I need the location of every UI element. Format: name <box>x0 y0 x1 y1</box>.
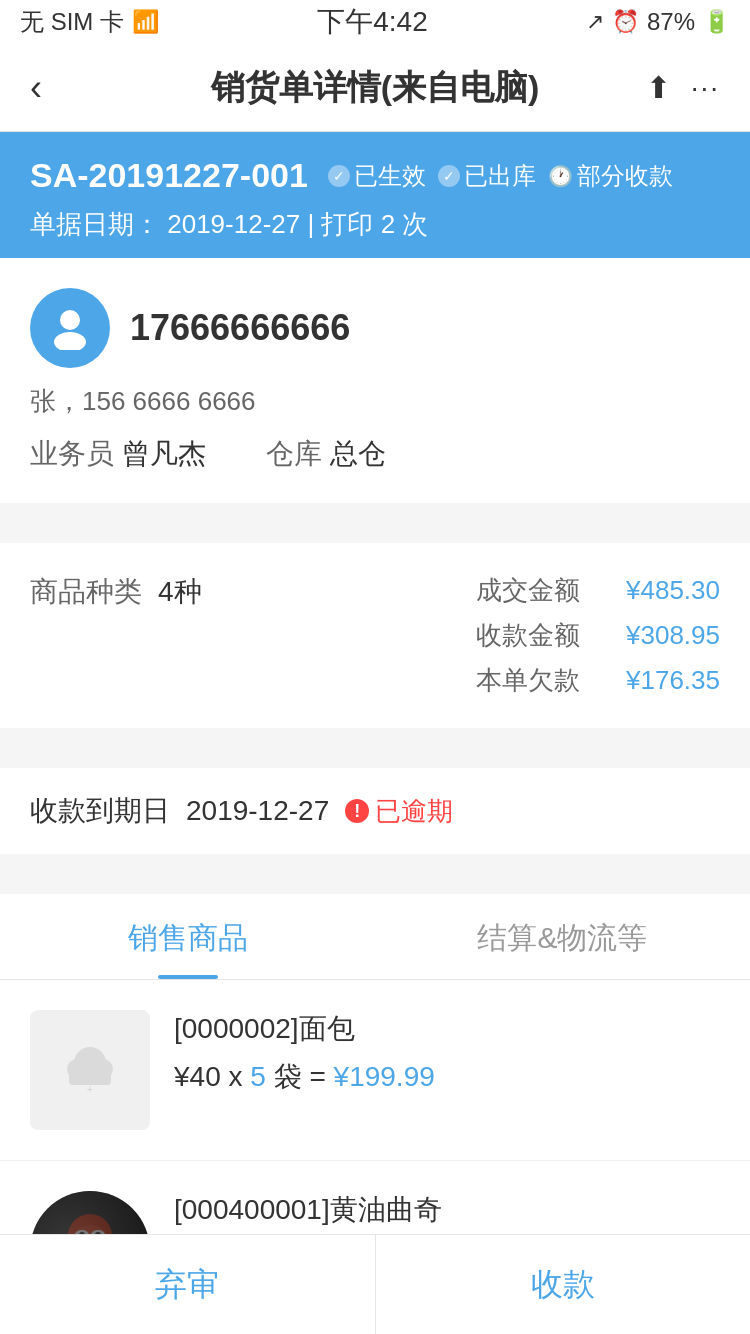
print-count: 2 <box>381 209 395 239</box>
status-partial-label: 部分收款 <box>577 160 673 192</box>
overdue-label: 已逾期 <box>375 794 453 829</box>
tab-products[interactable]: 销售商品 <box>0 894 375 979</box>
alarm-icon: ⏰ <box>612 9 639 35</box>
wifi-icon: 📶 <box>132 9 159 35</box>
product-unit-1: 袋 <box>274 1061 302 1092</box>
order-id: SA-20191227-001 <box>30 156 308 195</box>
customer-avatar <box>30 288 110 368</box>
order-date: 2019-12-27 <box>167 209 300 239</box>
status-tags: ✓ 已生效 ✓ 已出库 🕐 部分收款 <box>328 160 673 192</box>
product-name-2: [000400001]黄油曲奇 <box>174 1191 720 1229</box>
location-icon: ↗ <box>586 9 604 35</box>
svg-point-1 <box>54 332 86 350</box>
due-label: 收款到期日 <box>30 792 170 830</box>
owed-amount-value: ¥176.35 <box>600 665 720 696</box>
order-header-row2: 单据日期： 2019-12-27 | 打印 2 次 <box>30 207 720 242</box>
tabs-container: 销售商品 结算&物流等 <box>0 894 750 980</box>
customer-sub-info: 张，156 6666 6666 <box>30 384 720 419</box>
status-shipped-label: 已出库 <box>464 160 536 192</box>
divider-1 <box>0 503 750 523</box>
share-icon[interactable]: ⬆ <box>646 70 671 105</box>
product-type-count: 4种 <box>158 573 202 611</box>
order-header-row1: SA-20191227-001 ✓ 已生效 ✓ 已出库 🕐 部分收款 <box>30 156 720 195</box>
more-icon[interactable]: ··· <box>691 72 720 104</box>
product-thumb-1: + <box>30 1010 150 1130</box>
status-bar: 无 SIM 卡 📶 下午4:42 ↗ ⏰ 87% 🔋 <box>0 0 750 44</box>
product-total-1: ¥199.99 <box>334 1061 435 1092</box>
stats-section: 商品种类 4种 成交金额 ¥485.30 收款金额 ¥308.95 本单欠款 ¥… <box>0 543 750 728</box>
svg-point-0 <box>60 310 80 330</box>
amount-stats: 成交金额 ¥485.30 收款金额 ¥308.95 本单欠款 ¥176.35 <box>476 573 720 698</box>
overdue-badge: ! 已逾期 <box>345 794 453 829</box>
product-equals-1: = <box>309 1061 333 1092</box>
person-icon <box>48 306 92 350</box>
product-operator-1: x <box>229 1061 251 1092</box>
product-price-1: ¥40 x 5 袋 = ¥199.99 <box>174 1058 720 1096</box>
customer-name: 17666666666 <box>130 307 350 349</box>
product-name-1: [0000002]面包 <box>174 1010 720 1048</box>
date-label: 单据日期： <box>30 209 160 239</box>
check-icon-2: ✓ <box>438 165 460 187</box>
sales-info: 业务员 曾凡杰 <box>30 435 206 473</box>
deal-amount-value: ¥485.30 <box>600 575 720 606</box>
warehouse-label: 仓库 <box>266 435 322 473</box>
due-date-section: 收款到期日 2019-12-27 ! 已逾期 <box>0 768 750 854</box>
status-right: ↗ ⏰ 87% 🔋 <box>586 8 730 36</box>
product-price-value-1: ¥40 <box>174 1061 221 1092</box>
customer-row: 17666666666 <box>30 288 720 368</box>
status-shipped: ✓ 已出库 <box>438 160 536 192</box>
page-title: 销货单详情(来自电脑) <box>211 65 540 111</box>
product-info-1: [0000002]面包 ¥40 x 5 袋 = ¥199.99 <box>174 1010 720 1130</box>
nav-actions: ⬆ ··· <box>646 70 720 105</box>
collected-amount-value: ¥308.95 <box>600 620 720 651</box>
collected-amount-row: 收款金额 ¥308.95 <box>476 618 720 653</box>
warehouse-info: 仓库 总仓 <box>266 435 386 473</box>
bottom-bar: 弃审 收款 <box>0 1234 750 1334</box>
nav-bar: ‹ 销货单详情(来自电脑) ⬆ ··· <box>0 44 750 132</box>
svg-text:+: + <box>87 1084 93 1095</box>
owed-amount-row: 本单欠款 ¥176.35 <box>476 663 720 698</box>
battery-text: 87% <box>647 8 695 36</box>
status-effective-label: 已生效 <box>354 160 426 192</box>
clock-icon: 🕐 <box>548 164 573 188</box>
back-button[interactable]: ‹ <box>30 67 42 109</box>
owed-amount-label: 本单欠款 <box>476 663 580 698</box>
warehouse-name: 总仓 <box>330 435 386 473</box>
print-suffix: 次 <box>402 209 428 239</box>
tab-settlement[interactable]: 结算&物流等 <box>375 894 750 979</box>
customer-section: 17666666666 张，156 6666 6666 业务员 曾凡杰 仓库 总… <box>0 258 750 503</box>
overdue-icon: ! <box>345 799 369 823</box>
check-icon-1: ✓ <box>328 165 350 187</box>
deal-amount-row: 成交金额 ¥485.30 <box>476 573 720 608</box>
bread-placeholder-icon: + <box>55 1035 125 1105</box>
status-partial: 🕐 部分收款 <box>548 160 673 192</box>
status-left: 无 SIM 卡 📶 <box>20 6 159 38</box>
divider-3 <box>0 854 750 874</box>
carrier-text: 无 SIM 卡 <box>20 6 124 38</box>
confirm-button[interactable]: 收款 <box>376 1235 751 1334</box>
product-type-stats: 商品种类 4种 <box>30 573 202 611</box>
sales-label: 业务员 <box>30 435 114 473</box>
product-type-label: 商品种类 <box>30 573 142 611</box>
product-qty-1: 5 <box>250 1061 266 1092</box>
cancel-button[interactable]: 弃审 <box>0 1235 376 1334</box>
status-effective: ✓ 已生效 <box>328 160 426 192</box>
divider-2 <box>0 728 750 748</box>
deal-amount-label: 成交金额 <box>476 573 580 608</box>
order-header: SA-20191227-001 ✓ 已生效 ✓ 已出库 🕐 部分收款 单据日期：… <box>0 132 750 258</box>
time-display: 下午4:42 <box>317 3 428 41</box>
print-label: | 打印 <box>307 209 373 239</box>
svg-rect-5 <box>69 1071 111 1085</box>
collected-amount-label: 收款金额 <box>476 618 580 653</box>
battery-icon: 🔋 <box>703 9 730 35</box>
customer-info-group: 业务员 曾凡杰 仓库 总仓 <box>30 435 720 473</box>
product-item-1: + [0000002]面包 ¥40 x 5 袋 = ¥199.99 <box>0 980 750 1161</box>
due-date: 2019-12-27 <box>186 795 329 827</box>
sales-name: 曾凡杰 <box>122 435 206 473</box>
